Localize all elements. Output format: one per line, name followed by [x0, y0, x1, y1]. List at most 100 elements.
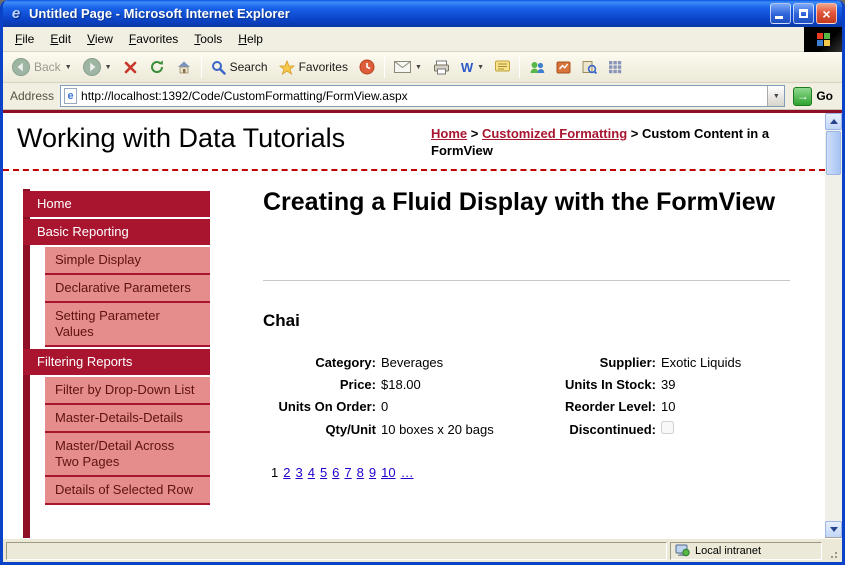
title-bar[interactable]: e Untitled Page - Microsoft Internet Exp… [3, 0, 842, 27]
pager-link[interactable]: 9 [369, 465, 376, 480]
refresh-button[interactable] [144, 56, 170, 78]
pager-link[interactable]: 7 [344, 465, 351, 480]
field-value: Beverages [381, 355, 539, 370]
address-input[interactable] [77, 89, 767, 103]
forward-button[interactable]: ▼ [78, 55, 117, 79]
field-label: Units On Order: [263, 399, 381, 414]
sidebar-item-master-details-details[interactable]: Master-Details-Details [45, 405, 210, 433]
field-label: Price: [263, 377, 381, 392]
menu-item-tools[interactable]: Tools [186, 28, 230, 50]
field-label: Qty/Unit [263, 422, 381, 437]
resize-grip[interactable] [825, 542, 839, 560]
field-label: Reorder Level: [539, 399, 661, 414]
mail-icon [394, 61, 411, 73]
home-icon [176, 59, 192, 75]
stop-button[interactable] [118, 57, 143, 78]
sidebar-item-basic-reporting[interactable]: Basic Reporting [23, 219, 210, 245]
sidebar-item-declarative-parameters[interactable]: Declarative Parameters [45, 275, 210, 303]
stop-icon [123, 60, 138, 75]
minimize-button[interactable] [770, 3, 791, 24]
close-button[interactable]: × [816, 3, 837, 24]
menu-item-view[interactable]: View [79, 28, 121, 50]
favorites-button[interactable]: Favorites [274, 57, 353, 78]
sidebar-item-filter-by-dropdown-list[interactable]: Filter by Drop-Down List [45, 377, 210, 405]
sidebar-item-setting-parameter-values[interactable]: Setting Parameter Values [45, 303, 210, 347]
scroll-down-icon [830, 527, 838, 532]
go-button[interactable]: → Go [791, 87, 835, 106]
favorites-star-icon [279, 60, 295, 75]
pager-link-ellipsis[interactable]: … [401, 465, 414, 480]
pager-link[interactable]: 4 [308, 465, 315, 480]
breadcrumb-link-home[interactable]: Home [431, 126, 467, 141]
go-label: Go [816, 89, 833, 103]
field-value [661, 421, 790, 437]
research-button[interactable] [577, 57, 602, 78]
scroll-down-button[interactable] [825, 521, 842, 538]
field-value: 10 [661, 399, 790, 414]
pager-link[interactable]: 8 [357, 465, 364, 480]
pager-link[interactable]: 3 [295, 465, 302, 480]
sidebar-item-home[interactable]: Home [23, 191, 210, 217]
menu-item-favorites[interactable]: Favorites [121, 28, 186, 50]
history-icon [359, 59, 375, 75]
sidebar-item-details-of-selected-row[interactable]: Details of Selected Row [45, 477, 210, 505]
toolbar-separator [384, 56, 385, 78]
window-title: Untitled Page - Microsoft Internet Explo… [29, 6, 765, 21]
search-icon [211, 60, 226, 75]
menu-item-file[interactable]: File [7, 28, 42, 50]
grid-tool-button[interactable] [603, 57, 627, 77]
scrollbar-track[interactable] [825, 130, 842, 521]
page-icon: e [64, 88, 77, 104]
edit-button[interactable]: W ▼ [456, 57, 489, 78]
sidebar-item-filtering-reports[interactable]: Filtering Reports [23, 349, 210, 375]
pager-link[interactable]: 6 [332, 465, 339, 480]
chart-tool-button[interactable] [551, 57, 576, 78]
header-divider [3, 169, 825, 171]
back-button[interactable]: Back ▼ [7, 55, 77, 79]
menu-item-help[interactable]: Help [230, 28, 271, 50]
security-zone-pane: Local intranet [670, 542, 822, 560]
scroll-up-button[interactable] [825, 113, 842, 130]
address-dropdown-button[interactable]: ▼ [767, 86, 784, 106]
breadcrumb-link-customized-formatting[interactable]: Customized Formatting [482, 126, 627, 141]
address-label: Address [10, 89, 54, 103]
print-icon [433, 60, 450, 75]
sidebar-item-master-detail-across-two-pages[interactable]: Master/Detail Across Two Pages [45, 433, 210, 477]
history-button[interactable] [354, 56, 380, 78]
breadcrumb: Home > Customized Formatting > Custom Co… [431, 125, 791, 159]
discuss-button[interactable] [490, 57, 515, 77]
edit-word-icon: W [461, 60, 473, 75]
edit-dropdown-icon: ▼ [477, 64, 484, 71]
toolbar-separator [519, 56, 520, 78]
back-label: Back [34, 60, 61, 74]
web-page: Working with Data Tutorials Home > Custo… [3, 113, 825, 538]
field-value: $18.00 [381, 377, 539, 392]
ie-logo-icon: e [8, 5, 24, 22]
field-value: Exotic Liquids [661, 355, 790, 370]
sidebar-nav: Home Basic Reporting Simple Display Decl… [23, 189, 210, 505]
print-button[interactable] [428, 57, 455, 78]
pager-link[interactable]: 5 [320, 465, 327, 480]
field-value: 10 boxes x 20 bags [381, 422, 539, 437]
discuss-icon [495, 60, 510, 74]
pager-current-page: 1 [271, 465, 278, 480]
scroll-up-icon [830, 119, 838, 124]
sidebar-item-simple-display[interactable]: Simple Display [45, 247, 210, 275]
messenger-button[interactable] [524, 57, 550, 78]
pager-link[interactable]: 10 [381, 465, 395, 480]
maximize-button[interactable] [793, 3, 814, 24]
forward-icon [83, 58, 101, 76]
page-title: Creating a Fluid Display with the FormVi… [263, 189, 790, 216]
home-button[interactable] [171, 56, 197, 78]
main-content: Creating a Fluid Display with the FormVi… [263, 185, 790, 480]
search-button[interactable]: Search [206, 57, 273, 78]
mail-dropdown-icon: ▼ [415, 64, 422, 71]
status-main-pane [6, 542, 667, 560]
mail-button[interactable]: ▼ [389, 58, 427, 76]
scrollbar-thumb[interactable] [826, 131, 841, 175]
pager-link[interactable]: 2 [283, 465, 290, 480]
back-dropdown-icon: ▼ [65, 64, 72, 71]
chart-tool-icon [556, 60, 571, 75]
menu-item-edit[interactable]: Edit [42, 28, 79, 50]
status-bar: Local intranet [3, 538, 842, 562]
